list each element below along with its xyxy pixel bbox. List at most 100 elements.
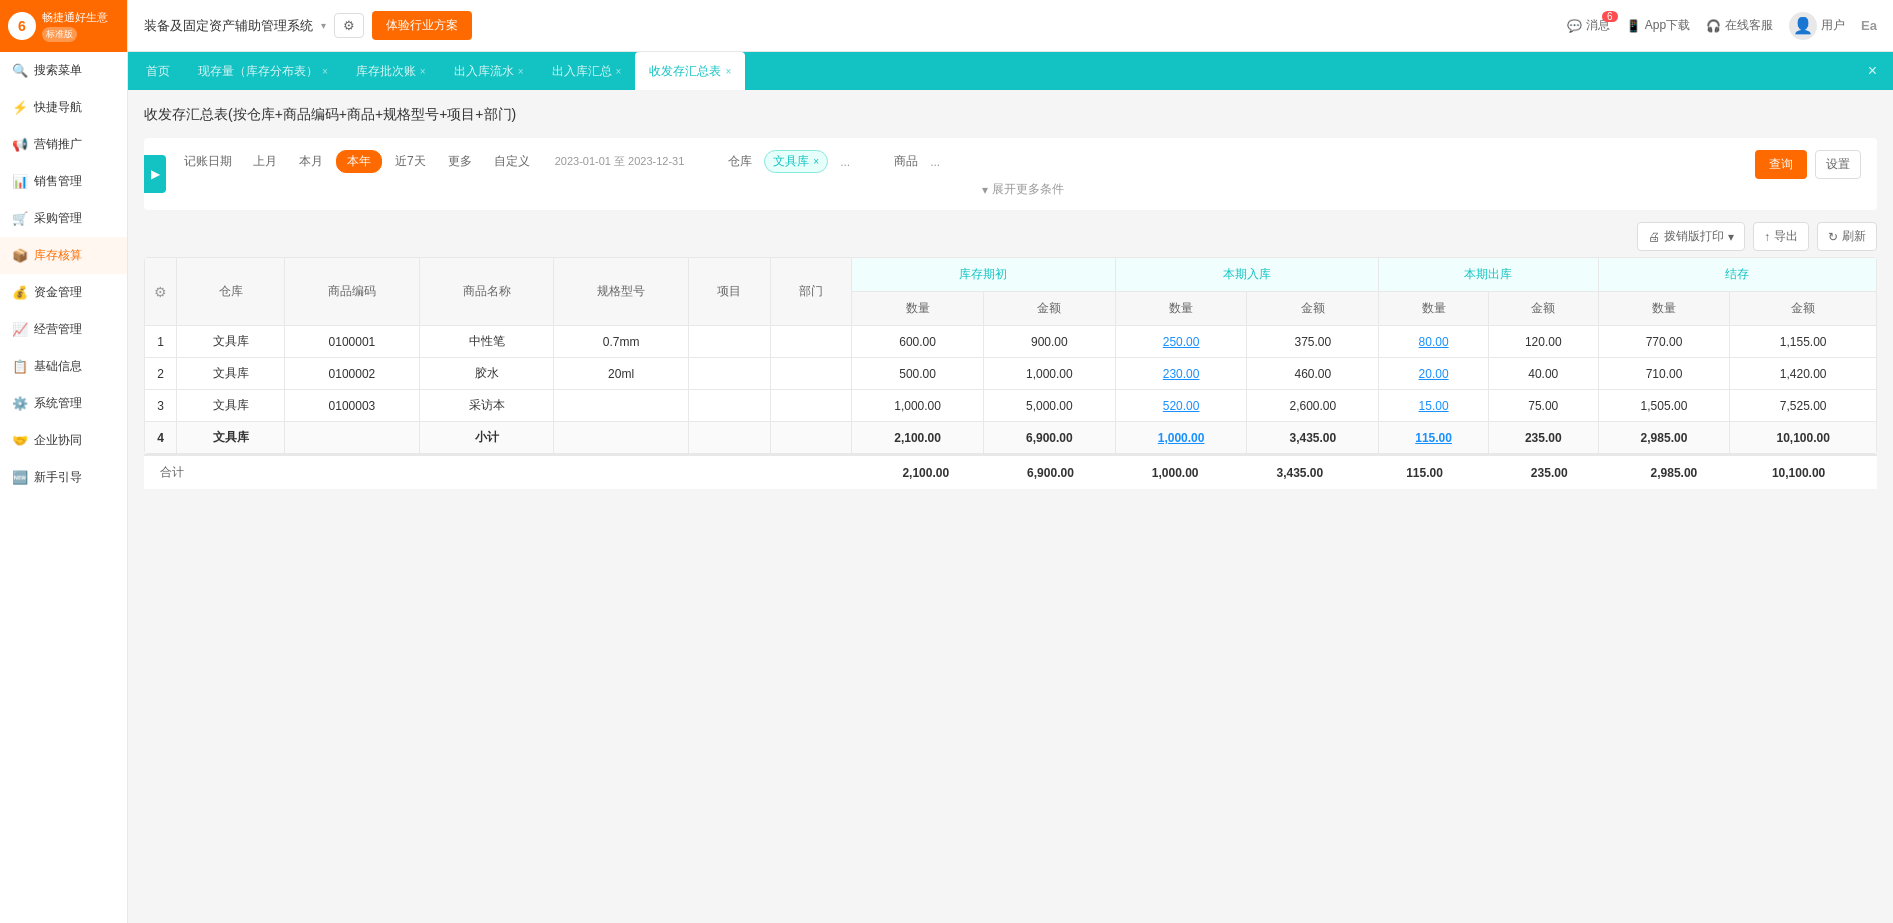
bell-icon: 💬 [1567, 19, 1582, 33]
out-qty-link[interactable]: 80.00 [1419, 335, 1449, 349]
sidebar-item-enterprise[interactable]: 🤝 企业协同 [0, 422, 127, 459]
sidebar-item-guide[interactable]: 🆕 新手引导 [0, 459, 127, 496]
sidebar-item-inventory[interactable]: 📦 库存核算 [0, 237, 127, 274]
sidebar-item-operations[interactable]: 📈 经营管理 [0, 311, 127, 348]
cell-goods-spec: 20ml [554, 358, 689, 390]
tab-batch-label: 库存批次账 [356, 63, 416, 80]
tab-stock-summary[interactable]: 收发存汇总表 × [635, 52, 745, 90]
th-project: 项目 [688, 258, 770, 326]
phone-icon: 📱 [1626, 19, 1641, 33]
print-button[interactable]: 🖨 拨销版打印 ▾ [1637, 222, 1745, 251]
table-row: 1 文具库 0100001 中性笔 0.7mm 600.00 900.00 25… [145, 326, 1877, 358]
in-qty-link[interactable]: 1,000.00 [1158, 431, 1205, 445]
money-icon: 💰 [12, 285, 28, 301]
cell-balance-qty: 710.00 [1598, 358, 1730, 390]
tab-inout-flow-close[interactable]: × [518, 66, 524, 77]
sidebar-item-purchase-label: 采购管理 [34, 210, 82, 227]
tab-stock-summary-close[interactable]: × [725, 66, 731, 77]
sidebar-item-quicknav-label: 快捷导航 [34, 99, 82, 116]
goods-more-btn[interactable]: ... [930, 155, 940, 169]
settings-button[interactable]: ⚙ [334, 13, 364, 38]
refresh-label: 刷新 [1842, 228, 1866, 245]
headset-icon: 🎧 [1706, 19, 1721, 33]
sidebar-item-marketing[interactable]: 📢 营销推广 [0, 126, 127, 163]
tab-home[interactable]: 首页 [132, 52, 184, 90]
cell-project [688, 422, 770, 454]
messages-icon-item[interactable]: 💬 消息 6 [1567, 17, 1610, 34]
user-item[interactable]: 👤 用户 [1789, 12, 1845, 40]
cell-in-qty: 250.00 [1115, 326, 1247, 358]
date-btn-this-year[interactable]: 本年 [336, 150, 382, 173]
query-button[interactable]: 查询 [1755, 150, 1807, 179]
column-settings-icon[interactable]: ⚙ [154, 284, 167, 300]
in-qty-link[interactable]: 520.00 [1163, 399, 1200, 413]
in-qty-link[interactable]: 250.00 [1163, 335, 1200, 349]
cell-rownum: 2 [145, 358, 177, 390]
tab-inout-flow[interactable]: 出入库流水 × [440, 52, 538, 90]
app-download-item[interactable]: 📱 App下载 [1626, 17, 1690, 34]
warehouse-tag-close-icon[interactable]: × [813, 156, 819, 167]
cell-project [688, 390, 770, 422]
cell-balance-qty: 2,985.00 [1598, 422, 1730, 454]
date-btn-7days[interactable]: 近7天 [386, 150, 435, 173]
cell-opening-amt: 1,000.00 [983, 358, 1115, 390]
ea-label: Ea [1861, 18, 1877, 33]
cell-opening-amt: 900.00 [983, 326, 1115, 358]
date-btn-last-month[interactable]: 上月 [244, 150, 286, 173]
cell-in-qty: 520.00 [1115, 390, 1247, 422]
tab-inout-summary-close[interactable]: × [616, 66, 622, 77]
date-btn-custom[interactable]: 自定义 [485, 150, 539, 173]
table-row: 3 文具库 0100003 采访本 1,000.00 5,000.00 520.… [145, 390, 1877, 422]
filter-expand-arrow[interactable]: ▶ [144, 155, 166, 193]
tab-bar-close-all[interactable]: × [1856, 62, 1889, 80]
sidebar-item-system[interactable]: ⚙️ 系统管理 [0, 385, 127, 422]
cell-goods-name: 胶水 [419, 358, 554, 390]
box-icon: 📦 [12, 248, 28, 264]
online-service-item[interactable]: 🎧 在线客服 [1706, 17, 1773, 34]
out-qty-link[interactable]: 15.00 [1419, 399, 1449, 413]
export-button[interactable]: ↑ 导出 [1753, 222, 1809, 251]
footer-in-amt: 3,435.00 [1238, 466, 1363, 480]
sidebar-item-purchase[interactable]: 🛒 采购管理 [0, 200, 127, 237]
expand-more-btn[interactable]: ▾ 展开更多条件 [184, 181, 1861, 198]
sidebar-item-quicknav[interactable]: ⚡ 快捷导航 [0, 89, 127, 126]
chevron-down-icon[interactable]: ▾ [321, 20, 326, 31]
cell-warehouse: 文具库 [177, 390, 285, 422]
cell-in-amt: 460.00 [1247, 358, 1379, 390]
footer-in-qty: 1,000.00 [1113, 466, 1238, 480]
data-table-wrap: ⚙ 仓库 商品编码 商品名称 规格型号 项目 部门 库存期初 本期入库 本期出库… [144, 257, 1877, 454]
out-qty-link[interactable]: 20.00 [1419, 367, 1449, 381]
date-btn-more[interactable]: 更多 [439, 150, 481, 173]
filter-settings-button[interactable]: 设置 [1815, 150, 1861, 179]
sidebar-item-sales[interactable]: 📊 销售管理 [0, 163, 127, 200]
main-area: 装备及固定资产辅助管理系统 ▾ ⚙ 体验行业方案 💬 消息 6 📱 App下载 … [128, 0, 1893, 923]
out-qty-link[interactable]: 115.00 [1415, 431, 1452, 445]
sidebar-item-guide-label: 新手引导 [34, 469, 82, 486]
filter-row: 记账日期 上月 本月 本年 近7天 更多 自定义 2023-01-01 至 20… [184, 150, 1861, 173]
refresh-button[interactable]: ↻ 刷新 [1817, 222, 1877, 251]
th-in-amt: 金额 [1247, 292, 1379, 326]
cell-project [688, 358, 770, 390]
tab-inventory-dist[interactable]: 现存量（库存分布表） × [184, 52, 342, 90]
tab-batch-close[interactable]: × [420, 66, 426, 77]
cell-goods-name: 中性笔 [419, 326, 554, 358]
cell-in-qty: 1,000.00 [1115, 422, 1247, 454]
tab-inventory-dist-close[interactable]: × [322, 66, 328, 77]
sidebar-item-search[interactable]: 🔍 搜索菜单 [0, 52, 127, 89]
messages-badge: 6 [1602, 11, 1618, 22]
cell-out-amt: 75.00 [1488, 390, 1598, 422]
cell-goods-name: 采访本 [419, 390, 554, 422]
sidebar-item-basicinfo[interactable]: 📋 基础信息 [0, 348, 127, 385]
cell-opening-qty: 2,100.00 [852, 422, 984, 454]
in-qty-link[interactable]: 230.00 [1163, 367, 1200, 381]
tab-batch[interactable]: 库存批次账 × [342, 52, 440, 90]
sidebar-item-finance[interactable]: 💰 资金管理 [0, 274, 127, 311]
tab-inout-summary[interactable]: 出入库汇总 × [538, 52, 636, 90]
table-footer: 合计 2,100.00 6,900.00 1,000.00 3,435.00 1… [144, 454, 1877, 489]
cell-opening-qty: 600.00 [852, 326, 984, 358]
warehouse-more-btn[interactable]: ... [840, 155, 850, 169]
cell-in-amt: 2,600.00 [1247, 390, 1379, 422]
date-btn-this-month[interactable]: 本月 [290, 150, 332, 173]
try-industry-button[interactable]: 体验行业方案 [372, 11, 472, 40]
cell-department [770, 358, 852, 390]
